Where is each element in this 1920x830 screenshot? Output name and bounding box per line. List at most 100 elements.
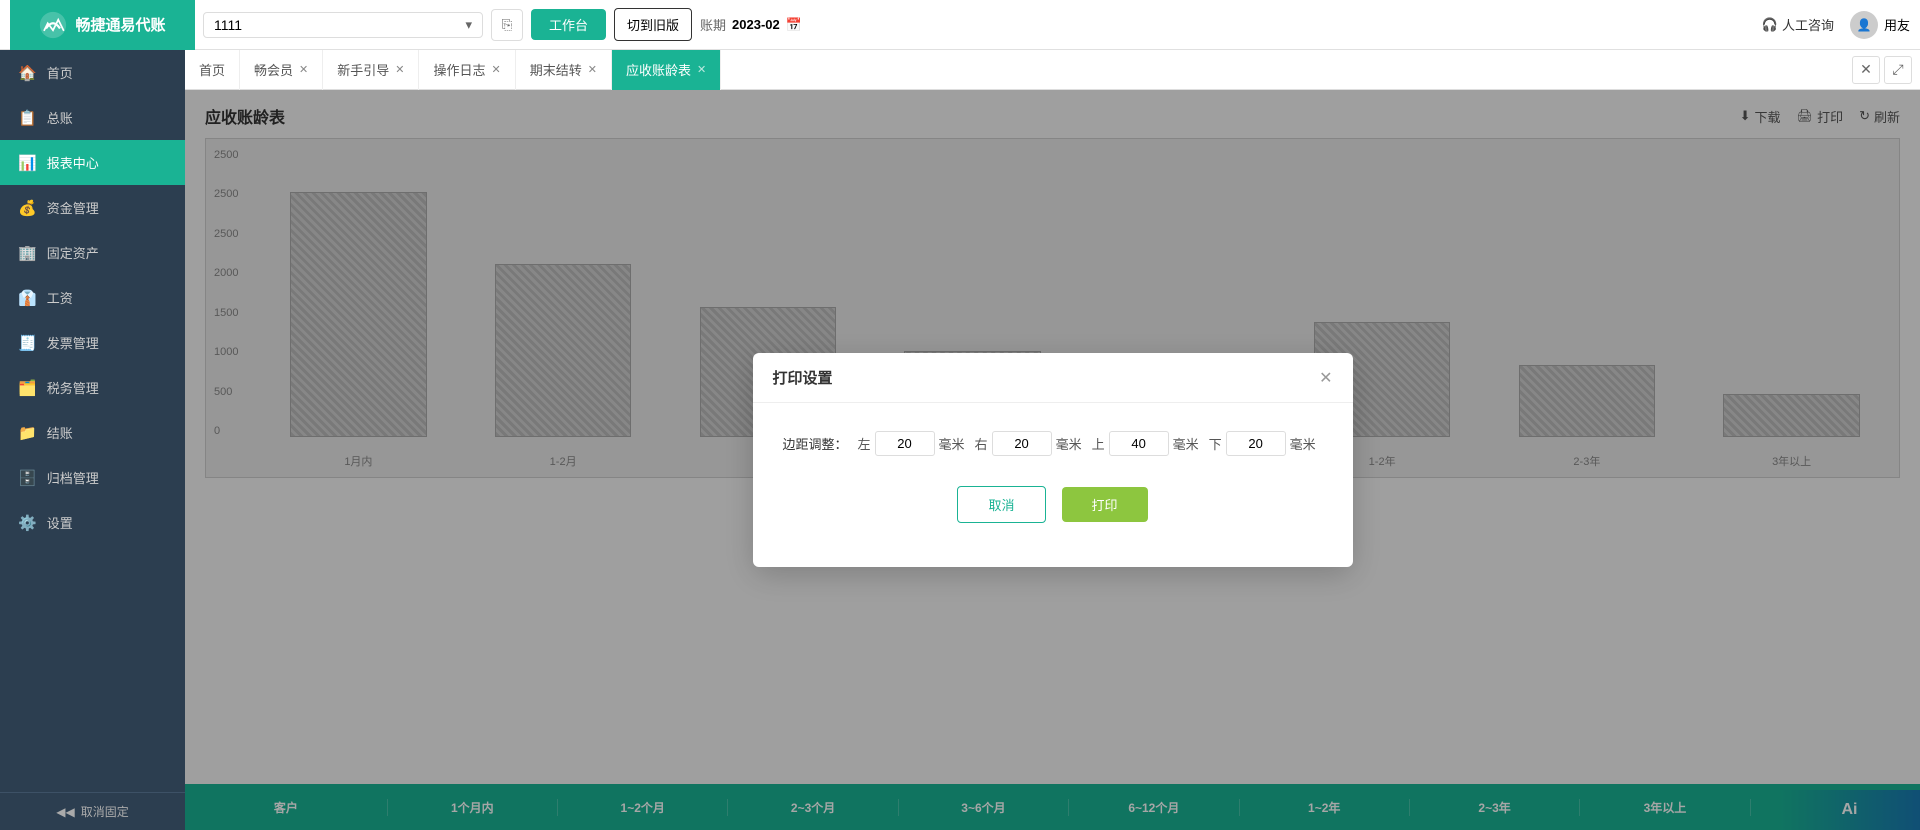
modal-overlay: 打印设置 ✕ 边距调整： 左 毫米 右 xyxy=(185,90,1920,830)
period-value: 2023-02 xyxy=(732,17,780,32)
sidebar-item-结账[interactable]: 📁 结账 xyxy=(0,410,185,455)
sidebar-item-label: 固定资产 xyxy=(47,243,99,262)
right-unit: 毫米 xyxy=(1056,434,1082,453)
modal-title: 打印设置 xyxy=(773,367,833,388)
tab-label: 新手引导 xyxy=(337,60,389,79)
tab-actions: ✕ ⤢ xyxy=(1844,56,1920,84)
print-settings-modal: 打印设置 ✕ 边距调整： 左 毫米 右 xyxy=(753,353,1353,567)
tab-操作日志[interactable]: 操作日志 ✕ xyxy=(419,50,515,90)
avatar: 👤 xyxy=(1850,11,1878,39)
company-selector[interactable]: 1111 ▾ xyxy=(203,12,483,38)
calendar-icon[interactable]: 📅 xyxy=(786,17,802,33)
modal-body: 边距调整： 左 毫米 右 毫米 xyxy=(753,403,1353,567)
tab-close-icon[interactable]: ✕ xyxy=(299,63,308,76)
tab-close-icon[interactable]: ✕ xyxy=(588,63,597,76)
left-margin-group: 左 毫米 xyxy=(858,431,965,456)
pin-icon: ◀◀ xyxy=(56,805,74,819)
tab-close-icon[interactable]: ✕ xyxy=(492,63,501,76)
sidebar-icon: 🏠 xyxy=(18,64,37,82)
tab-期末结转[interactable]: 期末结转 ✕ xyxy=(516,50,612,90)
sidebar-item-首页[interactable]: 🏠 首页 xyxy=(0,50,185,95)
sidebar-item-报表中心[interactable]: 📊 报表中心 xyxy=(0,140,185,185)
sidebar-item-总账[interactable]: 📋 总账 xyxy=(0,95,185,140)
main-layout: 🏠 首页 📋 总账 📊 报表中心 💰 资金管理 🏢 固定资产 👔工资 🧾 发票管理 🗂️税务管理 📁 结账 🗄️… xyxy=(0,50,1920,830)
tab-close-icon[interactable]: ✕ xyxy=(697,63,706,76)
close-window-button[interactable]: ✕ xyxy=(1852,56,1880,84)
modal-header: 打印设置 ✕ xyxy=(753,353,1353,403)
top-label: 上 xyxy=(1092,434,1105,453)
right-label: 右 xyxy=(975,434,988,453)
copy-icon: ⎘ xyxy=(502,17,513,33)
tab-label: 操作日志 xyxy=(433,60,485,79)
margin-row: 边距调整： 左 毫米 右 毫米 xyxy=(783,431,1323,456)
company-name: 1111 xyxy=(214,17,457,33)
sidebar-item-label: 报表中心 xyxy=(47,153,99,172)
sidebar-item-固定资产[interactable]: 🏢 固定资产 xyxy=(0,230,185,275)
sidebar-item-设置[interactable]: ⚙️设置 xyxy=(0,500,185,545)
period-label: 账期 xyxy=(700,15,726,34)
sidebar-item-label: 工资 xyxy=(47,288,73,307)
period-area: 账期 2023-02 📅 xyxy=(700,15,802,34)
sidebar-icon: 🗄️ xyxy=(18,469,37,487)
sidebar-item-税务管理[interactable]: 🗂️税务管理 xyxy=(0,365,185,410)
left-margin-input[interactable] xyxy=(875,431,935,456)
sidebar-item-label: 设置 xyxy=(47,513,73,532)
bottom-label: 下 xyxy=(1209,434,1222,453)
workbench-button[interactable]: 工作台 xyxy=(531,9,606,40)
right-margin-group: 右 毫米 xyxy=(975,431,1082,456)
modal-print-button[interactable]: 打印 xyxy=(1062,487,1148,522)
modal-close-button[interactable]: ✕ xyxy=(1319,368,1332,388)
sidebar-icon: 📁 xyxy=(18,424,37,442)
sidebar-item-label: 总账 xyxy=(47,108,73,127)
sidebar-collapse-button[interactable]: ◀◀ 取消固定 xyxy=(0,792,185,830)
headset-icon: 🎧 xyxy=(1762,17,1778,33)
sidebar-item-发票管理[interactable]: 🧾 发票管理 xyxy=(0,320,185,365)
tab-label: 首页 xyxy=(199,60,225,79)
sidebar-item-归档管理[interactable]: 🗄️ 归档管理 xyxy=(0,455,185,500)
margin-label: 边距调整： xyxy=(783,434,848,453)
sidebar-icon: 💰 xyxy=(18,199,37,217)
modal-footer: 取消 打印 xyxy=(783,486,1323,543)
top-margin-group: 上 毫米 xyxy=(1092,431,1199,456)
top-unit: 毫米 xyxy=(1173,434,1199,453)
logo-area: 畅捷通易代账 xyxy=(10,0,195,50)
sidebar-icon: 🧾 xyxy=(18,334,37,352)
tab-应收账龄表[interactable]: 应收账龄表 ✕ xyxy=(612,50,721,90)
top-margin-input[interactable] xyxy=(1109,431,1169,456)
username: 用友 xyxy=(1884,15,1910,34)
tab-新手引导[interactable]: 新手引导 ✕ xyxy=(323,50,419,90)
maximize-button[interactable]: ⤢ xyxy=(1884,56,1912,84)
bottom-margin-input[interactable] xyxy=(1226,431,1286,456)
sidebar-item-label: 结账 xyxy=(47,423,73,442)
user-area[interactable]: 👤 用友 xyxy=(1850,11,1910,39)
content-area: 首页畅会员✕新手引导✕操作日志✕期末结转✕应收账龄表✕ ✕ ⤢ 应收账龄表 ⬇ … xyxy=(185,50,1920,830)
left-unit: 毫米 xyxy=(939,434,965,453)
tab-首页[interactable]: 首页 xyxy=(185,50,240,90)
consult-button[interactable]: 🎧 人工咨询 xyxy=(1762,15,1834,34)
switch-old-button[interactable]: 切到旧版 xyxy=(614,8,692,41)
cancel-button[interactable]: 取消 xyxy=(957,486,1045,523)
logo-text: 畅捷通易代账 xyxy=(75,14,165,35)
right-margin-input[interactable] xyxy=(992,431,1052,456)
chevron-down-icon: ▾ xyxy=(465,17,472,33)
sidebar-icon: 📋 xyxy=(18,109,37,127)
copy-button[interactable]: ⎘ xyxy=(491,9,523,41)
logo-icon xyxy=(39,11,67,39)
bottom-unit: 毫米 xyxy=(1290,434,1316,453)
sidebar-icon: 📊 xyxy=(18,154,37,172)
sidebar-item-label: 发票管理 xyxy=(47,333,99,352)
tab-label: 畅会员 xyxy=(254,60,293,79)
sidebar-item-label: 税务管理 xyxy=(47,378,99,397)
sidebar-icon: 🏢 xyxy=(18,244,37,262)
tab-label: 期末结转 xyxy=(530,60,582,79)
sidebar-item-工资[interactable]: 👔工资 xyxy=(0,275,185,320)
tab-label: 应收账龄表 xyxy=(626,60,691,79)
consult-label: 人工咨询 xyxy=(1782,15,1834,34)
tab-close-icon[interactable]: ✕ xyxy=(395,63,404,76)
sidebar-item-资金管理[interactable]: 💰 资金管理 xyxy=(0,185,185,230)
sidebar-item-label: 归档管理 xyxy=(47,468,99,487)
left-label: 左 xyxy=(858,434,871,453)
sidebar-item-label: 首页 xyxy=(47,63,73,82)
tab-畅会员[interactable]: 畅会员 ✕ xyxy=(240,50,323,90)
sidebar-item-label: 资金管理 xyxy=(47,198,99,217)
